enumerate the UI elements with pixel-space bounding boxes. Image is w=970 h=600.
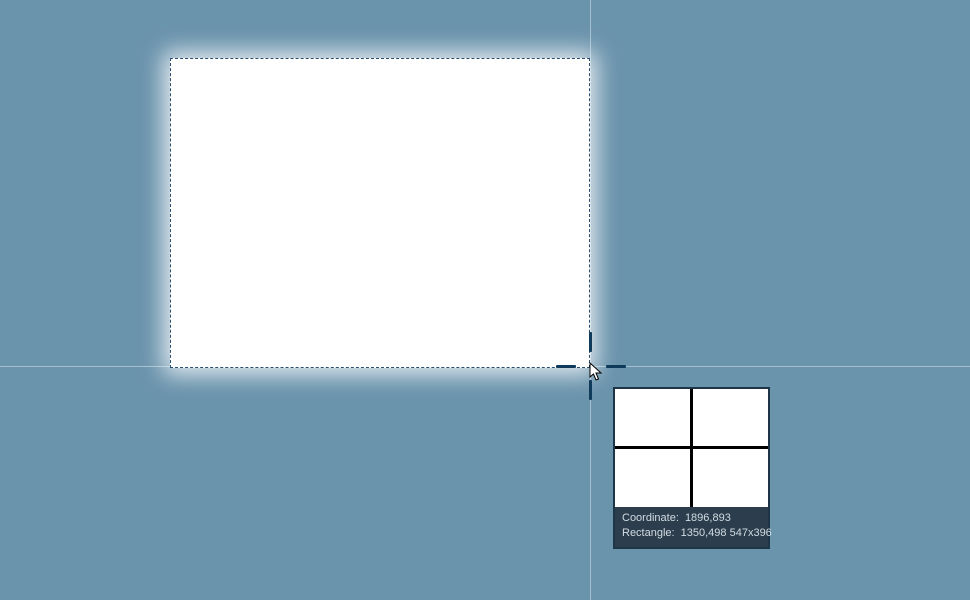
coordinate-value: 1896,893 [685,512,731,524]
magnifier-panel: Coordinate: 1896,893 Rectangle: 1350,498… [613,387,770,549]
magnifier-crosshair-v [690,389,693,507]
crosshair-tick-top [589,332,592,352]
magnifier-viewport [615,389,768,507]
magnifier-info: Coordinate: 1896,893 Rectangle: 1350,498… [615,507,768,547]
rectangle-label: Rectangle: [622,527,678,539]
coordinate-row: Coordinate: 1896,893 [622,511,761,526]
rectangle-value: 1350,498 547x396 [681,527,772,539]
crosshair-tick-left [556,365,576,368]
rectangle-row: Rectangle: 1350,498 547x396 [622,526,761,541]
crosshair-tick-bottom [589,380,592,400]
coordinate-label: Coordinate: [622,512,682,524]
guide-line-vertical [590,0,591,600]
cursor-arrow-icon [589,362,603,382]
crosshair-tick-right [606,365,626,368]
selection-rectangle[interactable] [170,58,590,368]
